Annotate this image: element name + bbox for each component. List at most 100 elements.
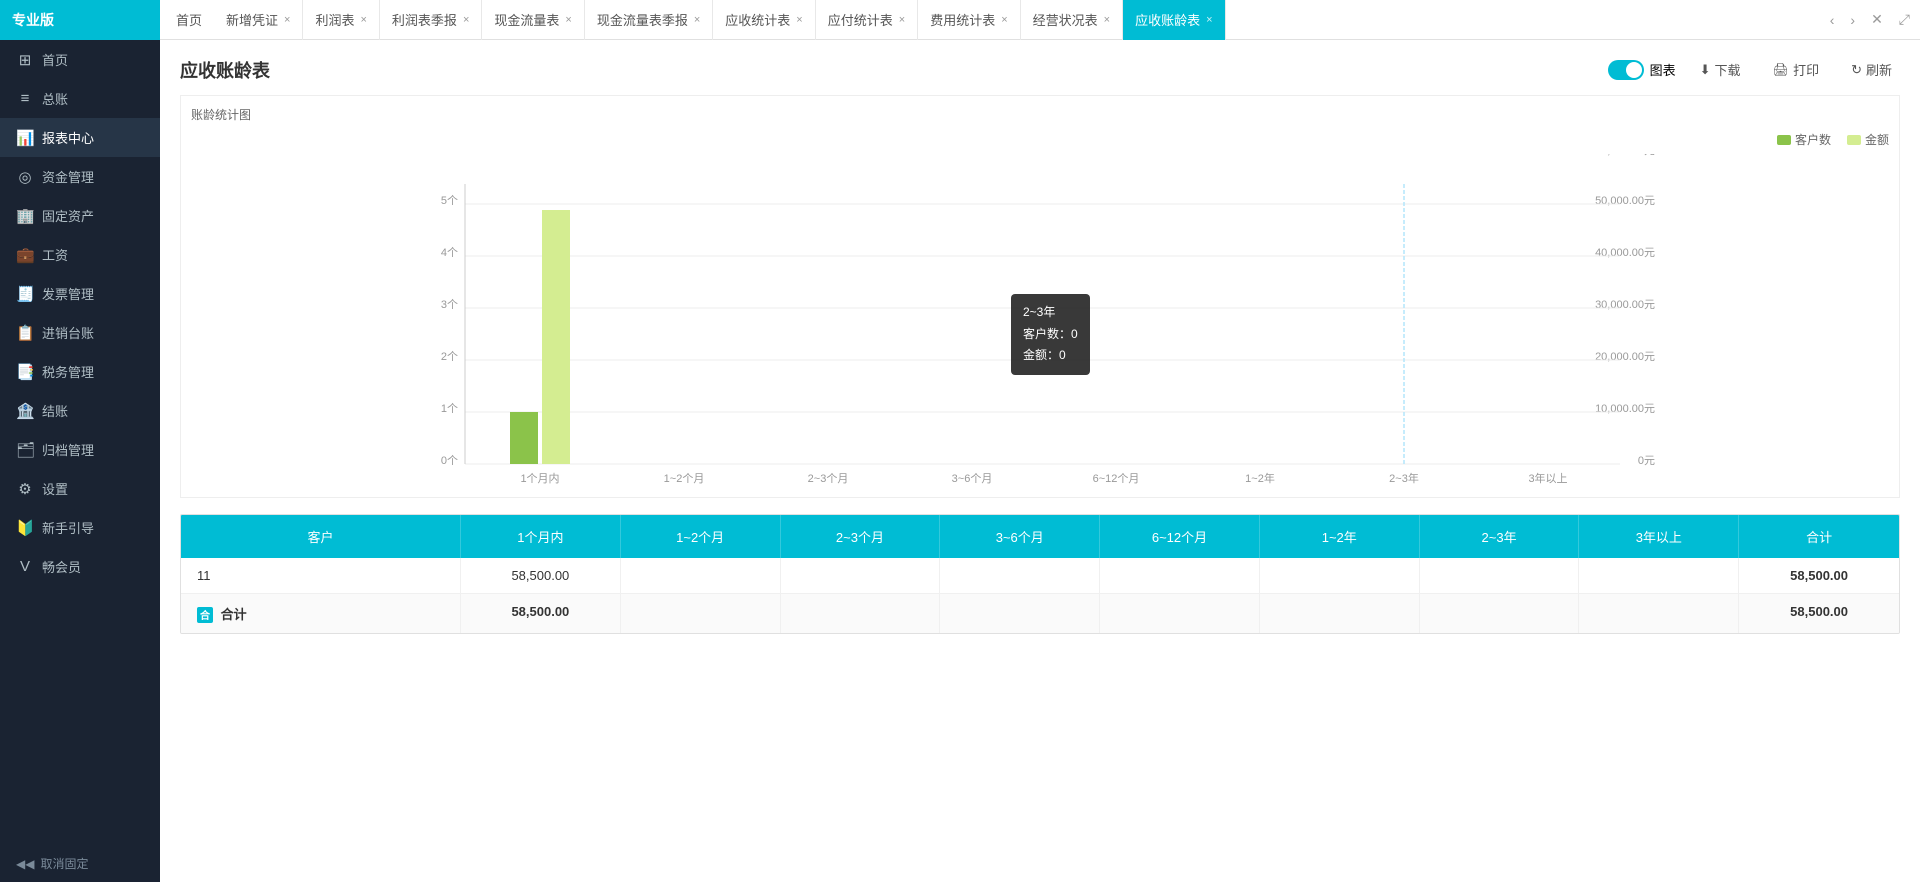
print-btn[interactable]: 🖨 打印 — [1765, 56, 1828, 83]
th-y3p: 3年以上 — [1579, 515, 1739, 558]
sidebar-pin-toggle[interactable]: ◀◀ 取消固定 — [0, 845, 160, 882]
legend-label-customers: 客户数 — [1795, 131, 1831, 148]
tab-cashflow-close[interactable]: × — [565, 14, 571, 26]
svg-text:0个: 0个 — [441, 454, 458, 467]
sidebar-item-settle[interactable]: 🏦 结账 — [0, 391, 160, 430]
th-m1: 1个月内 — [461, 515, 621, 558]
td-m1: 58,500.00 — [461, 558, 621, 593]
content-area: 应收账龄表 图表 ⬇ 下载 🖨 打印 ↻ 刷新 — [160, 40, 1920, 882]
svg-text:10,000.00元: 10,000.00元 — [1595, 403, 1655, 415]
legend-color-amount — [1847, 135, 1861, 145]
tab-voucher-label: 新增凭证 — [226, 10, 278, 29]
sidebar-item-assets[interactable]: 🏢 固定资产 — [0, 196, 160, 235]
chart-svg: 0个 1个 2个 3个 4个 5个 0元 10,000.00元 20,000.0… — [191, 154, 1889, 494]
settings-icon: ⚙ — [16, 480, 34, 498]
td-subtotal-m2 — [621, 594, 781, 633]
td-subtotal-m6 — [940, 594, 1100, 633]
sidebar-item-settings[interactable]: ⚙ 设置 — [0, 469, 160, 508]
svg-text:3个: 3个 — [441, 298, 458, 311]
sidebar-item-reports[interactable]: 📊 报表中心 — [0, 118, 160, 157]
sidebar-item-invoice[interactable]: 🧾 发票管理 — [0, 274, 160, 313]
chart-legend: 客户数 金额 — [191, 131, 1889, 148]
settle-icon: 🏦 — [16, 402, 34, 420]
sidebar-label-ledger: 总账 — [42, 89, 68, 108]
th-m6: 3~6个月 — [940, 515, 1100, 558]
th-m3: 2~3个月 — [781, 515, 941, 558]
tab-voucher-close[interactable]: × — [284, 14, 290, 26]
tab-ar-aging[interactable]: 应收账龄表 × — [1123, 0, 1225, 40]
table-subtotal-row: 合 合计 58,500.00 58,500.00 — [181, 594, 1899, 633]
sidebar-item-vip[interactable]: V 畅会员 — [0, 547, 160, 586]
vip-icon: V — [16, 558, 34, 575]
tab-ap-stat[interactable]: 应付统计表 × — [816, 0, 918, 40]
sidebar-item-payroll[interactable]: 💼 工资 — [0, 235, 160, 274]
tab-prev-btn[interactable]: ‹ — [1824, 0, 1841, 40]
svg-text:60,000.00元: 60,000.00元 — [1595, 154, 1655, 157]
funds-icon: ◎ — [16, 168, 34, 186]
tab-profit-label: 利润表 — [315, 10, 354, 29]
sidebar-item-archive[interactable]: 🗂 归档管理 — [0, 430, 160, 469]
reports-icon: 📊 — [16, 129, 34, 147]
chart-toggle[interactable]: 图表 — [1608, 60, 1676, 80]
page-header: 应收账龄表 图表 ⬇ 下载 🖨 打印 ↻ 刷新 — [160, 40, 1920, 95]
tab-cashflow-q-label: 现金流量表季报 — [597, 10, 688, 29]
tab-home-label: 首页 — [176, 10, 202, 29]
sidebar-item-home[interactable]: ⊞ 首页 — [0, 40, 160, 79]
tab-ar-aging-close[interactable]: × — [1206, 14, 1212, 26]
tab-ar-stat[interactable]: 应收统计表 × — [713, 0, 815, 40]
tab-profit-q-close[interactable]: × — [463, 14, 469, 26]
tab-voucher[interactable]: 新增凭证 × — [214, 0, 303, 40]
td-m3 — [781, 558, 941, 593]
sidebar-item-guide[interactable]: 🔰 新手引导 — [0, 508, 160, 547]
invoice-icon: 🧾 — [16, 285, 34, 303]
refresh-icon: ↻ — [1851, 62, 1862, 78]
download-btn[interactable]: ⬇ 下载 — [1692, 56, 1749, 83]
table-header: 客户 1个月内 1~2个月 2~3个月 3~6个月 6~12个月 1~2年 2~… — [181, 515, 1899, 558]
sidebar-label-settings: 设置 — [42, 479, 68, 498]
tab-cashflow-q-close[interactable]: × — [694, 14, 700, 26]
tab-ap-stat-close[interactable]: × — [899, 14, 905, 26]
home-icon: ⊞ — [16, 51, 34, 69]
tab-profit-q[interactable]: 利润表季报 × — [380, 0, 482, 40]
tab-ar-stat-close[interactable]: × — [796, 14, 802, 26]
sidebar-item-inout[interactable]: 📋 进销台账 — [0, 313, 160, 352]
sidebar-label-invoice: 发票管理 — [42, 284, 94, 303]
sidebar-item-ledger[interactable]: ≡ 总账 — [0, 79, 160, 118]
tab-expand-btn[interactable]: ⤢ — [1893, 0, 1916, 40]
tab-fee-stat[interactable]: 费用统计表 × — [918, 0, 1020, 40]
refresh-btn[interactable]: ↻ 刷新 — [1843, 56, 1900, 83]
tab-biz-stat-close[interactable]: × — [1104, 14, 1110, 26]
td-y3p — [1579, 558, 1739, 593]
svg-text:20,000.00元: 20,000.00元 — [1595, 351, 1655, 363]
svg-text:30,000.00元: 30,000.00元 — [1595, 299, 1655, 311]
td-subtotal-m1: 58,500.00 — [461, 594, 621, 633]
page-title: 应收账龄表 — [180, 57, 270, 83]
tab-fee-stat-close[interactable]: × — [1001, 14, 1007, 26]
tab-home[interactable]: 首页 — [164, 0, 214, 40]
download-label: 下载 — [1715, 60, 1741, 79]
tab-biz-stat[interactable]: 经营状况表 × — [1021, 0, 1123, 40]
tab-ar-stat-label: 应收统计表 — [725, 10, 790, 29]
sidebar-item-funds[interactable]: ◎ 资金管理 — [0, 157, 160, 196]
tab-cashflow[interactable]: 现金流量表 × — [482, 0, 584, 40]
sidebar-label-archive: 归档管理 — [42, 440, 94, 459]
tab-cashflow-q[interactable]: 现金流量表季报 × — [585, 0, 713, 40]
sidebar-label-reports: 报表中心 — [42, 128, 94, 147]
svg-text:1个: 1个 — [441, 402, 458, 415]
guide-icon: 🔰 — [16, 519, 34, 537]
subtotal-text: 合计 — [221, 607, 247, 622]
tab-close-all-btn[interactable]: ✕ — [1865, 0, 1889, 40]
bar-m1-amount — [542, 210, 570, 464]
svg-text:0元: 0元 — [1638, 455, 1655, 467]
tab-profit[interactable]: 利润表 × — [303, 0, 379, 40]
sidebar-label-guide: 新手引导 — [42, 518, 94, 537]
sidebar-label-assets: 固定资产 — [42, 206, 94, 225]
sidebar-item-tax[interactable]: 📑 税务管理 — [0, 352, 160, 391]
tab-profit-close[interactable]: × — [360, 14, 366, 26]
th-y2: 2~3年 — [1420, 515, 1580, 558]
tab-next-btn[interactable]: › — [1844, 0, 1861, 40]
tab-biz-stat-label: 经营状况表 — [1033, 10, 1098, 29]
tab-bar: 首页 新增凭证 × 利润表 × 利润表季报 × 现金流量表 × 现金流量表季报 … — [160, 0, 1920, 40]
table-row: 11 58,500.00 58,500.00 — [181, 558, 1899, 594]
toggle-track[interactable] — [1608, 60, 1644, 80]
